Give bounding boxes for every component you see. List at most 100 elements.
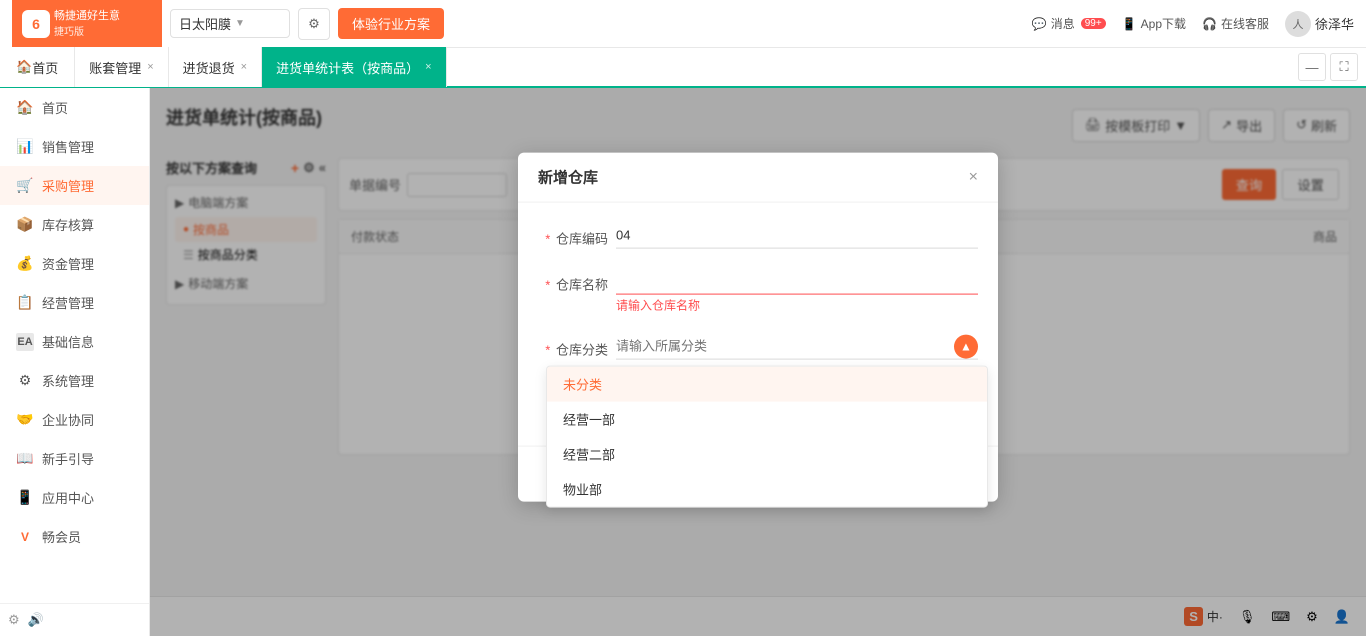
sidebar-item-operations[interactable]: 📋 经营管理 [0, 283, 149, 322]
sidebar-item-finance[interactable]: 💰 资金管理 [0, 244, 149, 283]
sidebar-item-cooperation[interactable]: 🤝 企业协同 [0, 400, 149, 439]
sidebar-item-purchase[interactable]: 🛒 采购管理 [0, 166, 149, 205]
sidebar-volume-icon[interactable]: 🔊 [28, 612, 44, 628]
online-service-group[interactable]: 🎧 在线客服 [1202, 15, 1269, 32]
tab-accounts[interactable]: 账套管理 × [75, 47, 168, 87]
online-service-label: 在线客服 [1221, 15, 1269, 32]
cooperation-icon: 🤝 [16, 411, 34, 429]
guide-icon: 📖 [16, 450, 34, 468]
home-icon: 🏠 [16, 99, 34, 117]
sidebar-operations-label: 经营管理 [42, 293, 94, 312]
dropdown-arrow-button[interactable]: ▲ [954, 334, 978, 358]
sidebar-vip-label: 畅会员 [42, 527, 81, 546]
category-dropdown-list: 未分类 经营一部 经营二部 物业部 [546, 366, 988, 508]
warehouse-code-input[interactable] [616, 223, 978, 249]
sidebar-item-home[interactable]: 🏠 首页 [0, 88, 149, 127]
form-row-code: * 仓库编码 [538, 223, 978, 249]
message-label: 消息 [1051, 15, 1075, 32]
sales-icon: 📊 [16, 138, 34, 156]
category-dropdown: ▲ 未分类 经营一部 经营二部 [616, 334, 978, 360]
sidebar-basic-info-label: 基础信息 [42, 332, 94, 351]
phone-icon: 📱 [1122, 17, 1137, 31]
sidebar-item-vip[interactable]: V 畅会员 [0, 517, 149, 556]
sidebar: 🏠 首页 📊 销售管理 🛒 采购管理 📦 库存核算 💰 资金管理 📋 经营管理 … [0, 88, 150, 636]
warehouse-name-input[interactable] [616, 269, 978, 295]
sidebar-inventory-label: 库存核算 [42, 215, 94, 234]
sidebar-purchase-label: 采购管理 [42, 176, 94, 195]
sidebar-bottom: ⚙ 🔊 [0, 603, 149, 636]
message-icon: 💬 [1032, 17, 1047, 31]
tab-bar-actions: — ⛶ [1298, 53, 1366, 81]
tab-accounts-close[interactable]: × [147, 61, 153, 73]
dropdown-option-unclassified[interactable]: 未分类 [547, 367, 987, 402]
tab-purchase-return-close[interactable]: × [241, 61, 247, 73]
sidebar-system-label: 系统管理 [42, 371, 94, 390]
sidebar-item-system[interactable]: ⚙ 系统管理 [0, 361, 149, 400]
modal-close-button[interactable]: × [969, 168, 978, 186]
gear-icon: ⚙ [308, 16, 320, 32]
tab-purchase-stats-close[interactable]: × [425, 61, 431, 73]
sidebar-item-guide[interactable]: 📖 新手引导 [0, 439, 149, 478]
category-input[interactable] [616, 334, 954, 359]
sidebar-guide-label: 新手引导 [42, 449, 94, 468]
form-row-category: * 仓库分类 ▲ 未分类 [538, 334, 978, 360]
sidebar-item-app[interactable]: 📱 应用中心 [0, 478, 149, 517]
store-name: 日太阳膜 [179, 14, 231, 33]
headset-icon: 🎧 [1202, 17, 1217, 31]
app-download-label: App下载 [1141, 15, 1186, 32]
system-icon: ⚙ [16, 372, 34, 390]
trial-button[interactable]: 体验行业方案 [338, 8, 444, 39]
logo-title: 畅捷通好生意 [54, 9, 120, 23]
form-row-name: * 仓库名称 请输入仓库名称 [538, 269, 978, 314]
basic-info-icon: EA [16, 333, 34, 351]
chevron-down-icon: ▼ [235, 18, 245, 29]
sidebar-sales-label: 销售管理 [42, 137, 94, 156]
tab-home[interactable]: 🏠 首页 [0, 47, 75, 87]
code-label: * 仓库编码 [538, 223, 608, 248]
app-icon: 📱 [16, 489, 34, 507]
tab-expand-button[interactable]: ⛶ [1330, 53, 1358, 81]
user-area[interactable]: 人 徐泽华 [1285, 11, 1354, 37]
purchase-icon: 🛒 [16, 177, 34, 195]
dropdown-option-property[interactable]: 物业部 [547, 472, 987, 507]
sidebar-item-sales[interactable]: 📊 销售管理 [0, 127, 149, 166]
notification-badge: 99+ [1081, 18, 1106, 29]
dropdown-option-dept1[interactable]: 经营一部 [547, 402, 987, 437]
logo-icon: 6 [22, 10, 50, 38]
logo-area: 6 畅捷通好生意 捷巧版 [12, 0, 162, 48]
inventory-icon: 📦 [16, 216, 34, 234]
logo-sub: 捷巧版 [54, 23, 120, 38]
dropdown-option-dept2[interactable]: 经营二部 [547, 437, 987, 472]
modal-header: 新增仓库 × [518, 153, 998, 203]
vip-icon: V [16, 528, 34, 546]
modal-body: * 仓库编码 * 仓库名称 请输入仓库名称 [518, 203, 998, 446]
tab-purchase-stats-label: 进货单统计表（按商品） [276, 58, 419, 77]
sidebar-cooperation-label: 企业协同 [42, 410, 94, 429]
operations-icon: 📋 [16, 294, 34, 312]
sidebar-app-label: 应用中心 [42, 488, 94, 507]
warehouse-name-error: 请输入仓库名称 [616, 297, 978, 314]
message-group[interactable]: 💬 消息 99+ [1032, 15, 1106, 32]
sidebar-item-inventory[interactable]: 📦 库存核算 [0, 205, 149, 244]
sidebar-item-basic-info[interactable]: EA 基础信息 [0, 322, 149, 361]
sidebar-settings-icon[interactable]: ⚙ [8, 612, 20, 628]
username: 徐泽华 [1315, 14, 1354, 33]
content-area: 进货单统计(按商品) 🖨 按模板打印 ▼ ↗ 导出 ↺ [150, 88, 1366, 636]
modal-title: 新增仓库 [538, 167, 598, 188]
top-bar: 6 畅捷通好生意 捷巧版 日太阳膜 ▼ ⚙ 体验行业方案 💬 消息 99+ 📱 … [0, 0, 1366, 48]
sidebar-home-label: 首页 [42, 98, 68, 117]
tab-purchase-return[interactable]: 进货退货 × [169, 47, 262, 87]
tab-purchase-return-label: 进货退货 [183, 58, 235, 77]
new-warehouse-modal: 新增仓库 × * 仓库编码 * [518, 153, 998, 502]
name-label: * 仓库名称 [538, 269, 608, 294]
category-label: * 仓库分类 [538, 334, 608, 359]
avatar: 人 [1285, 11, 1311, 37]
store-selector[interactable]: 日太阳膜 ▼ [170, 9, 290, 38]
tab-bar: 🏠 首页 账套管理 × 进货退货 × 进货单统计表（按商品） × — ⛶ [0, 48, 1366, 88]
app-download-group[interactable]: 📱 App下载 [1122, 15, 1186, 32]
tab-home-label: 首页 [32, 58, 58, 77]
tab-purchase-stats[interactable]: 进货单统计表（按商品） × [262, 47, 446, 87]
sidebar-finance-label: 资金管理 [42, 254, 94, 273]
gear-button[interactable]: ⚙ [298, 8, 330, 40]
tab-minimize-button[interactable]: — [1298, 53, 1326, 81]
